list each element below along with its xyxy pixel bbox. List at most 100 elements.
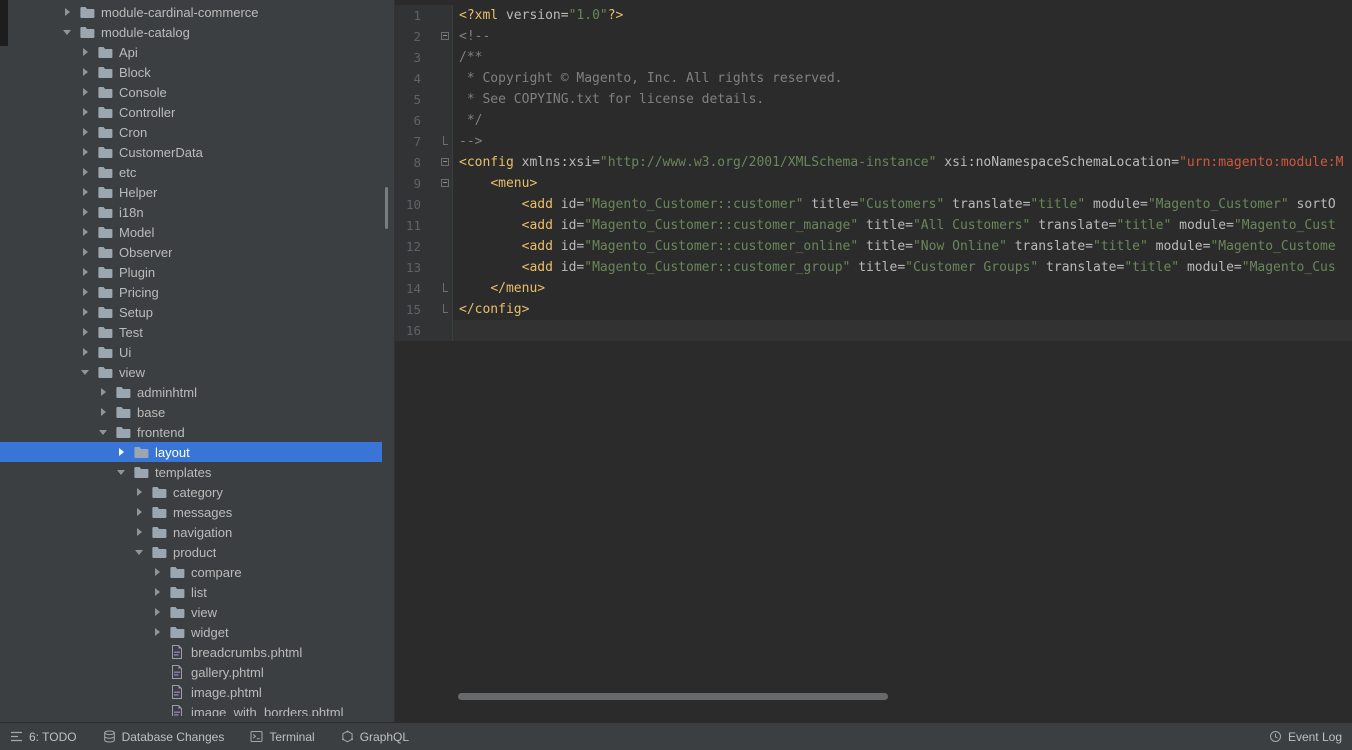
chevron-right-icon[interactable] <box>91 404 115 420</box>
code-line-3[interactable]: 3/** <box>395 47 1352 68</box>
fold-marker-icon[interactable] <box>441 32 449 40</box>
code-line-10[interactable]: 10 <add id="Magento_Customer::customer" … <box>395 194 1352 215</box>
code-text[interactable] <box>453 320 1352 341</box>
chevron-right-icon[interactable] <box>73 104 97 120</box>
tree-item-layout[interactable]: layout <box>0 442 382 462</box>
code-line-9[interactable]: 9 <menu> <box>395 173 1352 194</box>
code-line-12[interactable]: 12 <add id="Magento_Customer::customer_o… <box>395 236 1352 257</box>
chevron-down-icon[interactable] <box>127 544 151 560</box>
tree-item-image-with-borders-phtml[interactable]: image_with_borders.phtml <box>0 702 382 716</box>
chevron-right-icon[interactable] <box>73 344 97 360</box>
tree-item-breadcrumbs-phtml[interactable]: breadcrumbs.phtml <box>0 642 382 662</box>
chevron-down-icon[interactable] <box>73 364 97 380</box>
editor-horizontal-scrollbar[interactable] <box>458 693 888 700</box>
chevron-right-icon[interactable] <box>73 324 97 340</box>
tree-item-compare[interactable]: compare <box>0 562 382 582</box>
tree-item-etc[interactable]: etc <box>0 162 382 182</box>
tree-item-category[interactable]: category <box>0 482 382 502</box>
tree-item-templates[interactable]: templates <box>0 462 382 482</box>
chevron-right-icon[interactable] <box>73 284 97 300</box>
code-line-2[interactable]: 2<!-- <box>395 26 1352 47</box>
tree-item-model[interactable]: Model <box>0 222 382 242</box>
tree-item-module-catalog[interactable]: module-catalog <box>0 22 382 42</box>
tree-scrollbar[interactable] <box>385 187 388 229</box>
code-text[interactable]: --> <box>453 131 1352 152</box>
gutter[interactable]: 9 <box>395 173 453 194</box>
tree-item-base[interactable]: base <box>0 402 382 422</box>
tree-item-image-phtml[interactable]: image.phtml <box>0 682 382 702</box>
chevron-down-icon[interactable] <box>55 24 79 40</box>
code-line-15[interactable]: 15</config> <box>395 299 1352 320</box>
gutter[interactable]: 5 <box>395 89 453 110</box>
code-line-7[interactable]: 7--> <box>395 131 1352 152</box>
code-line-1[interactable]: 1<?xml version="1.0"?> <box>395 5 1352 26</box>
code-text[interactable]: * Copyright © Magento, Inc. All rights r… <box>453 68 1352 89</box>
statusbar-item-6-todo[interactable]: 6: TODO <box>10 730 77 744</box>
gutter[interactable]: 13 <box>395 257 453 278</box>
tree-item-customerdata[interactable]: CustomerData <box>0 142 382 162</box>
chevron-right-icon[interactable] <box>73 144 97 160</box>
statusbar-item-graphql[interactable]: GraphQL <box>341 730 409 744</box>
code-text[interactable]: <add id="Magento_Customer::customer_grou… <box>453 257 1352 278</box>
tree-item-setup[interactable]: Setup <box>0 302 382 322</box>
statusbar-item-terminal[interactable]: Terminal <box>250 730 314 744</box>
code-text[interactable]: <config xmlns:xsi="http://www.w3.org/200… <box>453 152 1352 173</box>
code-text[interactable]: /** <box>453 47 1352 68</box>
fold-marker-icon[interactable] <box>443 304 448 313</box>
gutter[interactable]: 15 <box>395 299 453 320</box>
fold-marker-icon[interactable] <box>441 179 449 187</box>
chevron-right-icon[interactable] <box>73 304 97 320</box>
fold-marker-icon[interactable] <box>443 283 448 292</box>
code-text[interactable]: <add id="Magento_Customer::customer_onli… <box>453 236 1352 257</box>
tree-item-helper[interactable]: Helper <box>0 182 382 202</box>
chevron-down-icon[interactable] <box>109 464 133 480</box>
tree-item-messages[interactable]: messages <box>0 502 382 522</box>
chevron-right-icon[interactable] <box>145 624 169 640</box>
gutter[interactable]: 14 <box>395 278 453 299</box>
gutter[interactable]: 3 <box>395 47 453 68</box>
chevron-right-icon[interactable] <box>73 64 97 80</box>
tree-item-pricing[interactable]: Pricing <box>0 282 382 302</box>
gutter[interactable]: 7 <box>395 131 453 152</box>
fold-marker-icon[interactable] <box>443 136 448 145</box>
code-line-4[interactable]: 4 * Copyright © Magento, Inc. All rights… <box>395 68 1352 89</box>
chevron-right-icon[interactable] <box>73 244 97 260</box>
code-line-13[interactable]: 13 <add id="Magento_Customer::customer_g… <box>395 257 1352 278</box>
code-line-11[interactable]: 11 <add id="Magento_Customer::customer_m… <box>395 215 1352 236</box>
gutter[interactable]: 11 <box>395 215 453 236</box>
chevron-right-icon[interactable] <box>109 444 133 460</box>
gutter[interactable]: 1 <box>395 5 453 26</box>
tree-item-widget[interactable]: widget <box>0 622 382 642</box>
chevron-right-icon[interactable] <box>145 584 169 600</box>
tree-item-navigation[interactable]: navigation <box>0 522 382 542</box>
chevron-right-icon[interactable] <box>73 164 97 180</box>
tree-item-view[interactable]: view <box>0 602 382 622</box>
tree-item-console[interactable]: Console <box>0 82 382 102</box>
chevron-right-icon[interactable] <box>73 44 97 60</box>
tree-item-controller[interactable]: Controller <box>0 102 382 122</box>
statusbar-item-database-changes[interactable]: Database Changes <box>103 730 225 744</box>
tree-item-gallery-phtml[interactable]: gallery.phtml <box>0 662 382 682</box>
code-text[interactable]: <add id="Magento_Customer::customer" tit… <box>453 194 1352 215</box>
gutter[interactable]: 2 <box>395 26 453 47</box>
tree-item-plugin[interactable]: Plugin <box>0 262 382 282</box>
tree-item-list[interactable]: list <box>0 582 382 602</box>
tree-item-product[interactable]: product <box>0 542 382 562</box>
code-text[interactable]: <add id="Magento_Customer::customer_mana… <box>453 215 1352 236</box>
tree-item-view[interactable]: view <box>0 362 382 382</box>
tree-item-observer[interactable]: Observer <box>0 242 382 262</box>
gutter[interactable]: 4 <box>395 68 453 89</box>
chevron-right-icon[interactable] <box>73 204 97 220</box>
tree-item-i18n[interactable]: i18n <box>0 202 382 222</box>
code-text[interactable]: <!-- <box>453 26 1352 47</box>
code-line-14[interactable]: 14 </menu> <box>395 278 1352 299</box>
statusbar-item-event-log[interactable]: Event Log <box>1269 730 1342 744</box>
gutter[interactable]: 16 <box>395 320 453 341</box>
chevron-right-icon[interactable] <box>145 604 169 620</box>
code-line-16[interactable]: 16 <box>395 320 1352 341</box>
code-line-8[interactable]: 8<config xmlns:xsi="http://www.w3.org/20… <box>395 152 1352 173</box>
tree-item-ui[interactable]: Ui <box>0 342 382 362</box>
chevron-right-icon[interactable] <box>127 504 151 520</box>
code-text[interactable]: <?xml version="1.0"?> <box>453 5 1352 26</box>
tree-item-adminhtml[interactable]: adminhtml <box>0 382 382 402</box>
